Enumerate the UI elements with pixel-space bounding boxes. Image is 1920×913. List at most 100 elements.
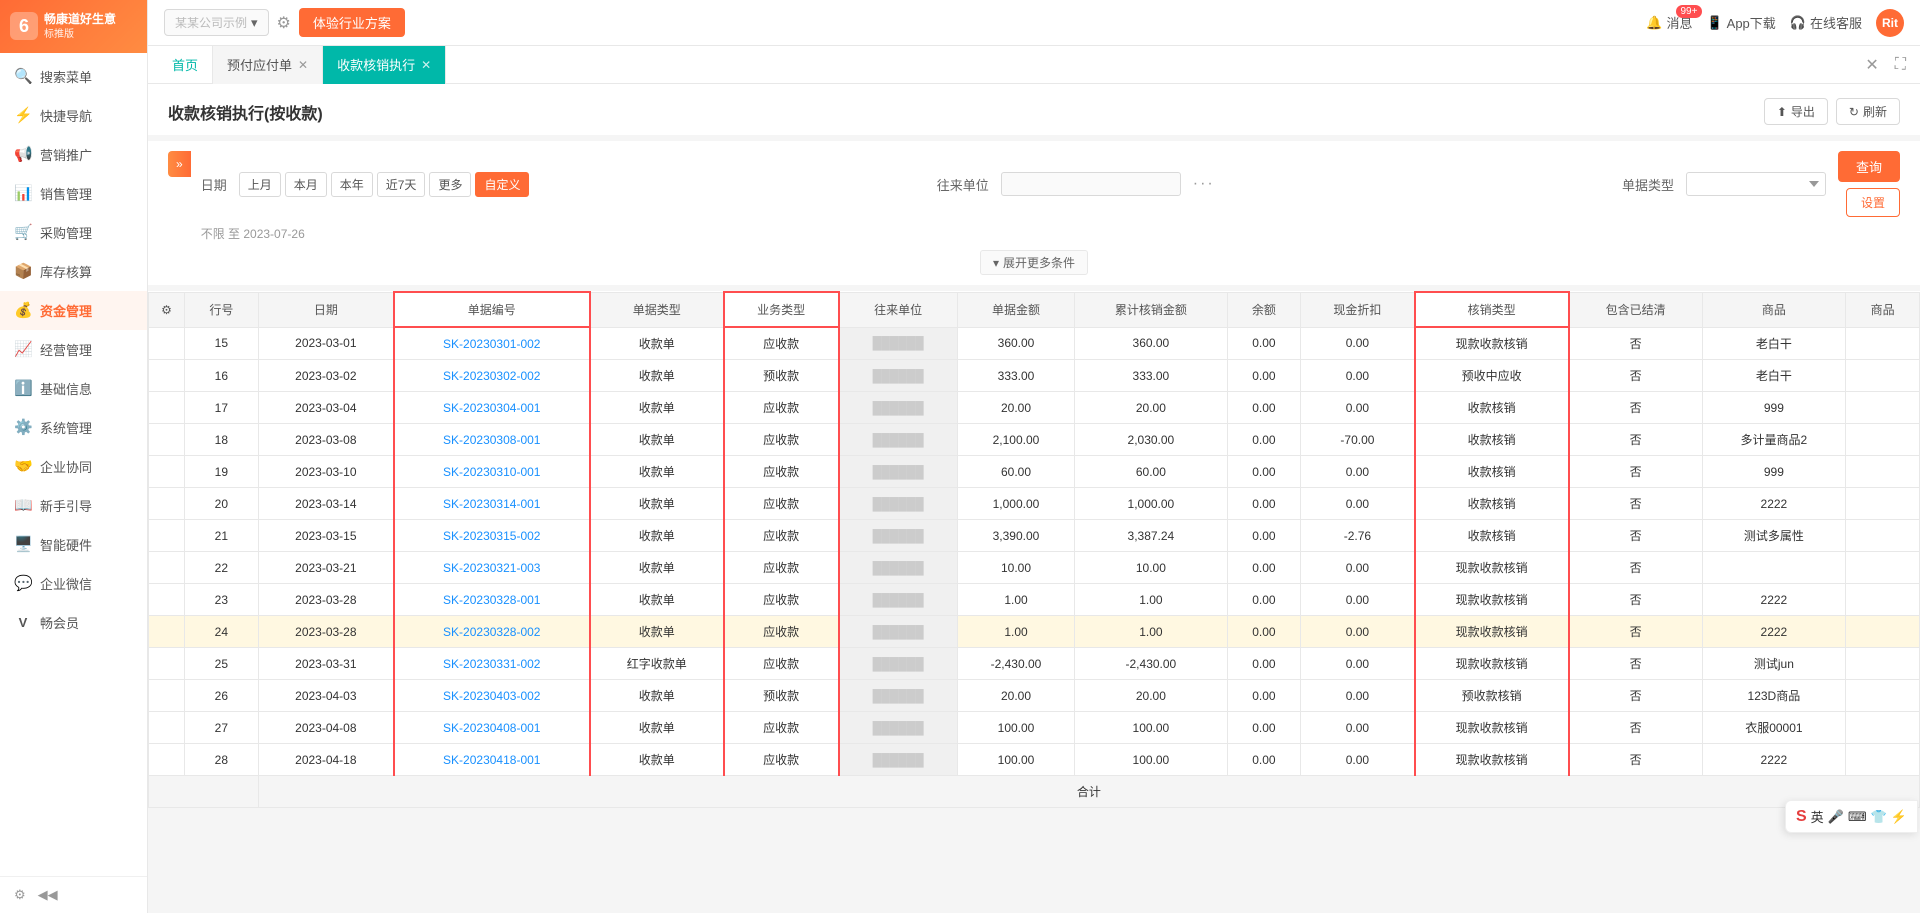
finance-icon: 💰 — [14, 301, 32, 319]
th-balance: 余额 — [1227, 292, 1301, 327]
settings-button[interactable]: 设置 — [1846, 188, 1900, 217]
query-button[interactable]: 查询 — [1838, 151, 1900, 182]
sidebar-settings-btn[interactable]: ⚙ — [14, 887, 26, 903]
page-title: 收款核销执行(按收款) — [168, 100, 323, 124]
s-logo-icon: S — [1796, 808, 1807, 826]
table-footer-row: 合计 — [149, 776, 1920, 808]
export-icon: ⬆ — [1777, 105, 1787, 119]
footer-total: 合计 — [258, 776, 1919, 808]
customer-service-item[interactable]: 🎧 在线客服 — [1790, 13, 1862, 32]
tab-maximize-button[interactable]: ⛶ — [1891, 52, 1910, 78]
data-table: ⚙ 行号 日期 单据编号 单据类型 业务类型 往来单位 单据金额 累计核销金额 … — [148, 291, 1920, 808]
sidebar-item-marketing[interactable]: 📢 营销推广 — [0, 135, 147, 174]
voucher-no-link[interactable]: SK-20230328-002 — [443, 625, 540, 639]
sidebar-item-sales[interactable]: 📊 销售管理 — [0, 174, 147, 213]
logo-text: 畅康道好生意 标推版 — [44, 12, 116, 41]
voucher-no-link[interactable]: SK-20230403-002 — [443, 689, 540, 703]
filter-dots: ··· — [1193, 175, 1215, 193]
industry-solution-button[interactable]: 体验行业方案 — [299, 8, 405, 37]
main-area: 某某公司示例 ▾ ⚙ 体验行业方案 🔔 消息 99+ 📱 App下载 🎧 在线客… — [148, 0, 1920, 913]
settings-gear-icon[interactable]: ⚙ — [277, 13, 291, 33]
th-amount: 单据金额 — [957, 292, 1074, 327]
badge-shirt-icon: 👕 — [1871, 809, 1887, 825]
sidebar-item-guide[interactable]: 📖 新手引导 — [0, 486, 147, 525]
voucher-no-link[interactable]: SK-20230314-001 — [443, 497, 540, 511]
table-row: 222023-03-21SK-20230321-003收款单应收款██████1… — [149, 552, 1920, 584]
date-btn-more[interactable]: 更多 — [429, 172, 471, 197]
purchase-icon: 🛒 — [14, 223, 32, 241]
sidebar-collapse-btn[interactable]: ◀◀ — [38, 887, 58, 903]
date-btn-this-month[interactable]: 本月 — [285, 172, 327, 197]
voucher-no-link[interactable]: SK-20230304-001 — [443, 401, 540, 415]
voucher-no-link[interactable]: SK-20230408-001 — [443, 721, 540, 735]
sidebar-item-hardware[interactable]: 🖥️ 智能硬件 — [0, 525, 147, 564]
voucher-no-link[interactable]: SK-20230302-002 — [443, 369, 540, 383]
system-icon: ⚙️ — [14, 418, 32, 436]
table-row: 162023-03-02SK-20230302-002收款单预收款██████3… — [149, 360, 1920, 392]
user-avatar[interactable]: Rit — [1876, 9, 1904, 37]
date-range-display: 不限 至 2023-07-26 — [201, 225, 305, 242]
voucher-no-link[interactable]: SK-20230321-003 — [443, 561, 540, 575]
sidebar-item-member[interactable]: V 畅会员 — [0, 603, 147, 642]
tab-prepayment[interactable]: 预付应付单 ✕ — [213, 46, 323, 84]
tab-close-write-off[interactable]: ✕ — [421, 58, 431, 72]
voucher-no-link[interactable]: SK-20230418-001 — [443, 753, 540, 767]
refresh-icon: ↻ — [1849, 105, 1859, 119]
tabbar: 首页 预付应付单 ✕ 收款核销执行 ✕ ✕ ⛶ — [148, 46, 1920, 84]
th-settings[interactable]: ⚙ — [149, 292, 185, 327]
th-cumulative: 累计核销金额 — [1075, 292, 1227, 327]
tab-close-prepayment[interactable]: ✕ — [298, 58, 308, 72]
chevron-down-icon: ▾ — [993, 256, 999, 270]
management-icon: 📈 — [14, 340, 32, 358]
table-row: 212023-03-15SK-20230315-002收款单应收款██████3… — [149, 520, 1920, 552]
voucher-type-select[interactable] — [1686, 172, 1826, 196]
sidebar-item-system[interactable]: ⚙️ 系统管理 — [0, 408, 147, 447]
th-date: 日期 — [258, 292, 394, 327]
sidebar-item-management[interactable]: 📈 经营管理 — [0, 330, 147, 369]
sidebar-item-wechat[interactable]: 💬 企业微信 — [0, 564, 147, 603]
company-name: 某某公司示例 — [175, 14, 247, 31]
sidebar-item-search[interactable]: 🔍 搜索菜单 — [0, 57, 147, 96]
date-btn-this-year[interactable]: 本年 — [331, 172, 373, 197]
voucher-no-link[interactable]: SK-20230310-001 — [443, 465, 540, 479]
date-btn-custom[interactable]: 自定义 — [475, 172, 529, 197]
badge-extra-icon: ⚡ — [1891, 809, 1907, 825]
voucher-no-link[interactable]: SK-20230328-001 — [443, 593, 540, 607]
sidebar-item-purchase[interactable]: 🛒 采购管理 — [0, 213, 147, 252]
sidebar-item-inventory[interactable]: 📦 库存核算 — [0, 252, 147, 291]
refresh-button[interactable]: ↻ 刷新 — [1836, 98, 1900, 125]
date-btn-last-month[interactable]: 上月 — [239, 172, 281, 197]
logo-icon: 6 — [10, 12, 38, 40]
page-content: 收款核销执行(按收款) ⬆ 导出 ↻ 刷新 » 日期 — [148, 84, 1920, 913]
sidebar: 6 畅康道好生意 标推版 🔍 搜索菜单 ⚡ 快捷导航 📢 营销推广 📊 销售管理… — [0, 0, 148, 913]
marketing-icon: 📢 — [14, 145, 32, 163]
expand-conditions-button[interactable]: ▾ 展开更多条件 — [980, 250, 1088, 275]
badge-text: 英 — [1811, 807, 1824, 826]
tab-home[interactable]: 首页 — [158, 46, 213, 84]
export-button[interactable]: ⬆ 导出 — [1764, 98, 1828, 125]
headset-icon: 🎧 — [1790, 15, 1806, 31]
hardware-icon: 🖥️ — [14, 535, 32, 553]
sidebar-item-finance[interactable]: 💰 资金管理 — [0, 291, 147, 330]
th-include-settled: 包含已结清 — [1569, 292, 1703, 327]
voucher-no-link[interactable]: SK-20230308-001 — [443, 433, 540, 447]
partner-input[interactable] — [1001, 172, 1181, 196]
filter-expand-button[interactable]: » — [168, 151, 191, 177]
messages-item[interactable]: 🔔 消息 99+ — [1646, 13, 1692, 32]
sidebar-item-collaboration[interactable]: 🤝 企业协同 — [0, 447, 147, 486]
sidebar-item-shortcut[interactable]: ⚡ 快捷导航 — [0, 96, 147, 135]
page-header: 收款核销执行(按收款) ⬆ 导出 ↻ 刷新 — [148, 84, 1920, 135]
voucher-type-label: 单据类型 — [1622, 175, 1674, 194]
voucher-no-link[interactable]: SK-20230331-002 — [443, 657, 540, 671]
th-product2: 商品 — [1846, 292, 1920, 327]
sidebar-item-basic-info[interactable]: ℹ️ 基础信息 — [0, 369, 147, 408]
app-download-item[interactable]: 📱 App下载 — [1706, 13, 1775, 32]
company-dropdown[interactable]: 某某公司示例 ▾ — [164, 9, 269, 36]
tab-close-all-button[interactable]: ✕ — [1861, 51, 1882, 79]
voucher-no-link[interactable]: SK-20230301-002 — [443, 337, 540, 351]
mobile-icon: 📱 — [1706, 15, 1722, 31]
voucher-no-link[interactable]: SK-20230315-002 — [443, 529, 540, 543]
tab-write-off[interactable]: 收款核销执行 ✕ — [323, 46, 446, 84]
th-biz-type: 业务类型 — [724, 292, 839, 327]
date-btn-7days[interactable]: 近7天 — [377, 172, 426, 197]
